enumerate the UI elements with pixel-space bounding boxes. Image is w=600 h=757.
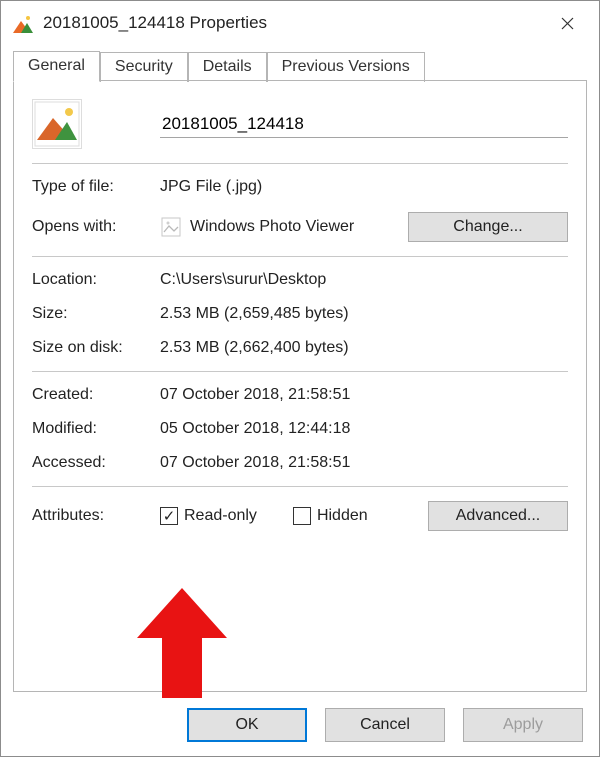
apply-button[interactable]: Apply [463,708,583,742]
file-thumbnail [32,99,82,149]
separator [32,163,568,164]
created-label: Created: [32,386,160,404]
window-title: 20181005_124418 Properties [43,13,267,33]
modified-label: Modified: [32,420,160,438]
type-of-file-label: Type of file: [32,178,160,196]
separator [32,371,568,372]
tab-general[interactable]: General [13,51,100,82]
attributes-label: Attributes: [32,507,160,525]
tab-strip: General Security Details Previous Versio… [1,45,599,81]
accessed-label: Accessed: [32,454,160,472]
type-of-file-value: JPG File (.jpg) [160,178,568,196]
opens-with-value: Windows Photo Viewer [190,218,354,236]
properties-dialog: 20181005_124418 Properties General Secur… [0,0,600,757]
size-label: Size: [32,305,160,323]
tab-security[interactable]: Security [100,52,188,82]
size-on-disk-label: Size on disk: [32,339,160,357]
change-button[interactable]: Change... [408,212,568,242]
check-icon: ✓ [163,509,176,524]
dialog-action-bar: OK Cancel Apply [1,698,599,756]
hidden-checkbox-wrap[interactable]: Hidden [293,507,368,525]
separator [32,256,568,257]
general-panel: Type of file: JPG File (.jpg) Opens with… [13,81,587,692]
size-value: 2.53 MB (2,659,485 bytes) [160,305,568,323]
photo-viewer-icon [160,216,182,238]
close-button[interactable] [547,3,587,43]
file-icon [13,13,33,33]
hidden-label: Hidden [317,507,368,525]
opens-with-label: Opens with: [32,218,160,236]
tab-details[interactable]: Details [188,52,267,82]
accessed-value: 07 October 2018, 21:58:51 [160,454,568,472]
created-value: 07 October 2018, 21:58:51 [160,386,568,404]
location-value: C:\Users\surur\Desktop [160,271,568,289]
ok-button[interactable]: OK [187,708,307,742]
tab-previous-versions[interactable]: Previous Versions [267,52,425,82]
readonly-checkbox-wrap[interactable]: ✓ Read-only [160,507,257,525]
location-label: Location: [32,271,160,289]
filename-input[interactable] [160,111,568,138]
advanced-button[interactable]: Advanced... [428,501,568,531]
modified-value: 05 October 2018, 12:44:18 [160,420,568,438]
readonly-label: Read-only [184,507,257,525]
separator [32,486,568,487]
hidden-checkbox[interactable] [293,507,311,525]
annotation-arrow-icon [122,583,242,703]
titlebar: 20181005_124418 Properties [1,1,599,45]
cancel-button[interactable]: Cancel [325,708,445,742]
size-on-disk-value: 2.53 MB (2,662,400 bytes) [160,339,568,357]
readonly-checkbox[interactable]: ✓ [160,507,178,525]
